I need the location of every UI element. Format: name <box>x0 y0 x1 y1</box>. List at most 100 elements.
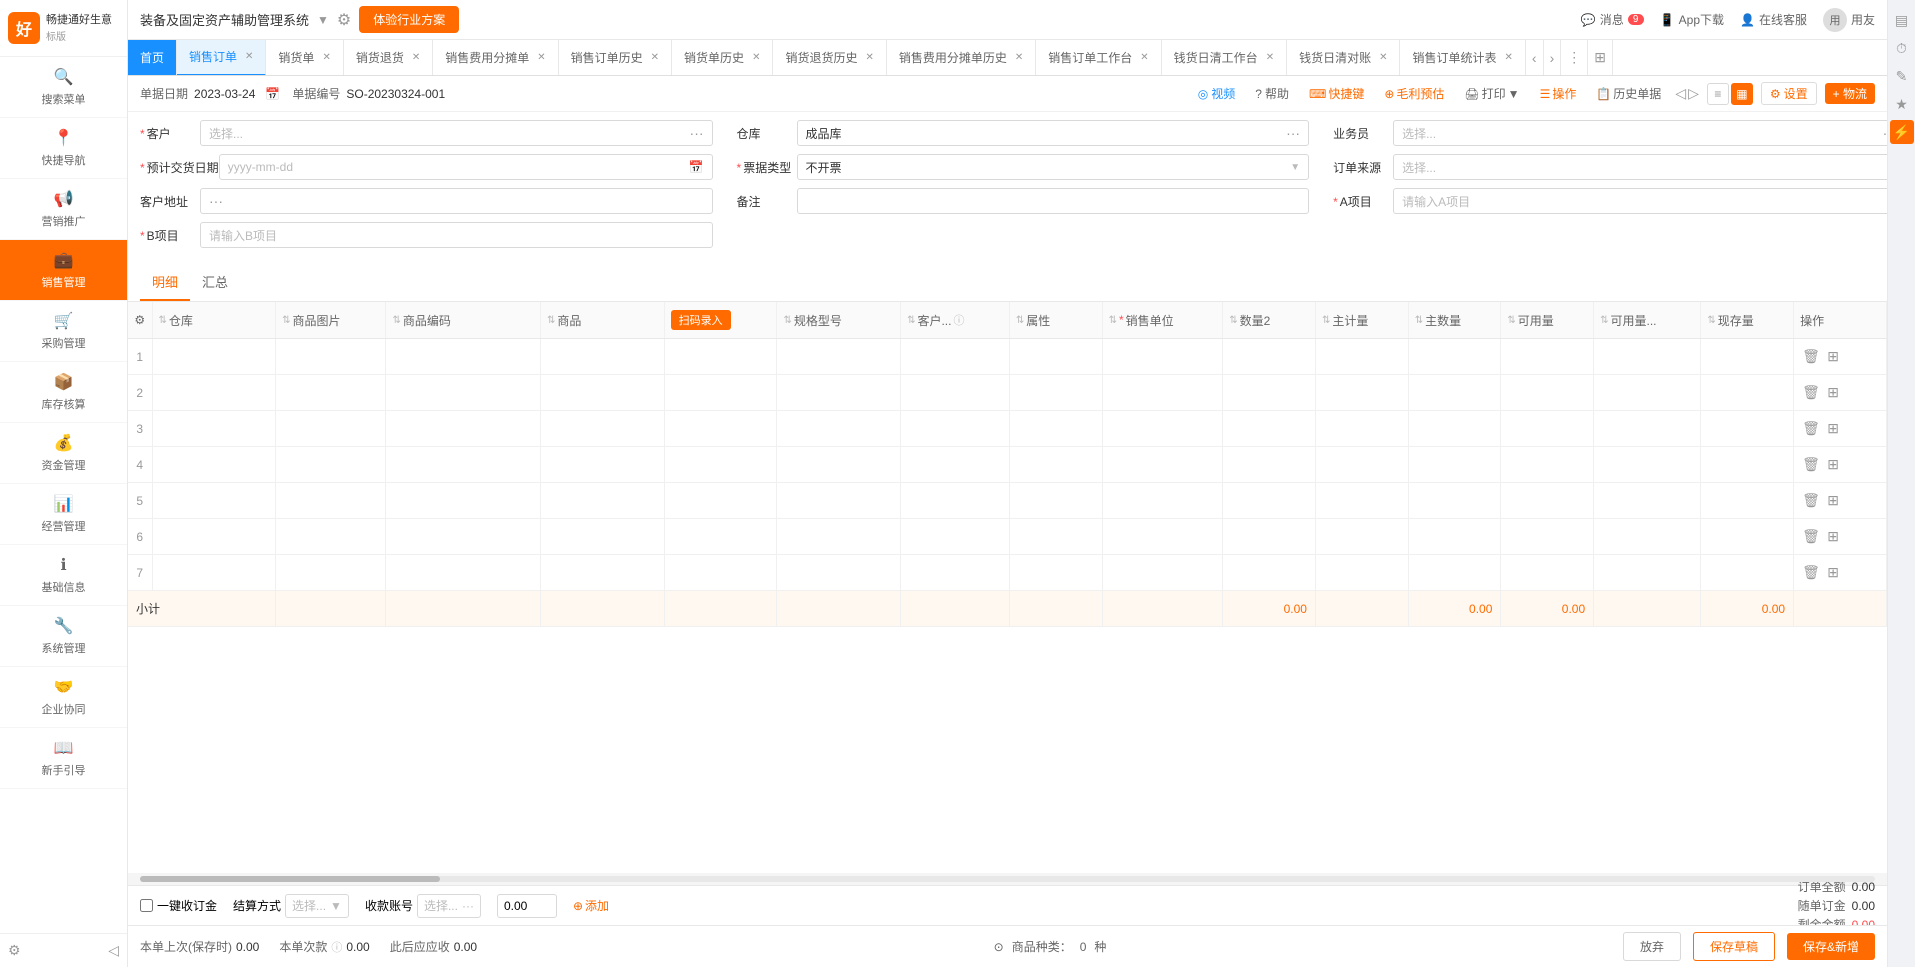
row-spec[interactable] <box>777 375 901 411</box>
sidebar-item-quick-nav[interactable]: 📍 快捷导航 <box>0 118 127 179</box>
sidebar-item-inventory[interactable]: 📦 库存核算 <box>0 362 127 423</box>
tab-more-btn[interactable]: ⋮ <box>1561 40 1588 76</box>
sidebar-item-ops[interactable]: 📊 经营管理 <box>0 484 127 545</box>
row-cust-code[interactable] <box>901 483 1010 519</box>
row-main-unit[interactable] <box>1315 555 1408 591</box>
profit-btn[interactable]: ⊕ 毛利预估 <box>1378 83 1450 104</box>
tab-close-icon[interactable]: ✕ <box>322 52 330 63</box>
row-cust-code[interactable] <box>901 375 1010 411</box>
copy-row-icon[interactable]: ⊞ <box>1827 384 1839 400</box>
tab-sales-order[interactable]: 销售订单 ✕ <box>177 40 266 76</box>
sidebar-item-sys[interactable]: 🔧 系统管理 <box>0 606 127 667</box>
tab-close-icon[interactable]: ✕ <box>752 52 760 63</box>
row-attr[interactable] <box>1009 339 1102 375</box>
delivery-date-input[interactable]: yyyy-mm-dd 📅 <box>219 154 713 180</box>
scrollbar-thumb[interactable] <box>140 876 440 882</box>
row-warehouse[interactable] <box>152 447 276 483</box>
order-num-value[interactable]: SO-20230324-001 <box>346 87 445 101</box>
copy-row-icon[interactable]: ⊞ <box>1827 348 1839 364</box>
tab-sales-return[interactable]: 销货单 ✕ <box>266 40 343 76</box>
row-warehouse[interactable] <box>152 411 276 447</box>
b-project-input[interactable]: 请输入B项目 <box>200 222 713 248</box>
row-spec[interactable] <box>777 447 901 483</box>
sidebar-item-marketing[interactable]: 📢 营销推广 <box>0 179 127 240</box>
row-unit[interactable] <box>1102 519 1223 555</box>
tab-close-icon[interactable]: ✕ <box>1015 52 1023 63</box>
copy-row-icon[interactable]: ⊞ <box>1827 456 1839 472</box>
row-name[interactable] <box>541 447 665 483</box>
row-unit[interactable] <box>1102 339 1223 375</box>
row-unit[interactable] <box>1102 447 1223 483</box>
row-unit[interactable] <box>1102 555 1223 591</box>
tab-fee-split[interactable]: 销售费用分摊单 ✕ <box>433 40 558 76</box>
row-warehouse[interactable] <box>152 339 276 375</box>
right-panel-history-icon[interactable]: ⏱ <box>1890 36 1914 60</box>
row-main-unit[interactable] <box>1315 519 1408 555</box>
row-spec[interactable] <box>777 483 901 519</box>
calendar-icon[interactable]: 📅 <box>265 87 280 101</box>
row-name[interactable] <box>541 483 665 519</box>
sidebar-item-finance[interactable]: 💰 资金管理 <box>0 423 127 484</box>
row-spec[interactable] <box>777 411 901 447</box>
delivery-calendar-icon[interactable]: 📅 <box>689 160 704 174</box>
row-warehouse[interactable] <box>152 555 276 591</box>
sidebar-item-sales[interactable]: 💼 销售管理 <box>0 240 127 301</box>
tab-expand-btn[interactable]: ⊞ <box>1588 40 1613 76</box>
scrollbar-track[interactable] <box>140 876 1875 882</box>
row-cust-code[interactable] <box>901 411 1010 447</box>
row-code[interactable] <box>386 411 541 447</box>
delete-row-icon[interactable]: 🗑 <box>1802 528 1820 544</box>
settings-button[interactable]: ⚙ 设置 <box>1761 82 1817 105</box>
row-cust-code[interactable] <box>901 447 1010 483</box>
row-main-unit[interactable] <box>1315 339 1408 375</box>
tab-close-icon[interactable]: ✕ <box>1379 52 1387 63</box>
salesperson-input[interactable]: 选择... ··· <box>1393 120 1887 146</box>
date-value[interactable]: 2023-03-24 <box>194 87 255 101</box>
remark-input[interactable] <box>797 188 1310 214</box>
row-attr[interactable] <box>1009 483 1102 519</box>
row-qty2[interactable] <box>1223 555 1316 591</box>
add-button[interactable]: ⊕ 添加 <box>573 897 609 914</box>
row-attr[interactable] <box>1009 519 1102 555</box>
tab-fee-history[interactable]: 销售费用分摊单历史 ✕ <box>887 40 1036 76</box>
form-view-btn[interactable]: ▦ <box>1731 83 1753 105</box>
tab-sales-stats[interactable]: 销售订单统计表 ✕ <box>1400 40 1525 76</box>
tab-cash-workspace[interactable]: 钱货日清工作台 ✕ <box>1162 40 1287 76</box>
copy-row-icon[interactable]: ⊞ <box>1827 564 1839 580</box>
right-panel-edit-icon[interactable]: ✎ <box>1890 64 1914 88</box>
history-btn[interactable]: 📋 历史单据 <box>1590 83 1667 104</box>
copy-row-icon[interactable]: ⊞ <box>1827 420 1839 436</box>
warehouse-input[interactable]: 成品库 ··· <box>797 120 1310 146</box>
row-warehouse[interactable] <box>152 519 276 555</box>
tab-close-icon[interactable]: ✕ <box>412 52 420 63</box>
cust-info-icon[interactable]: ⓘ <box>953 312 964 328</box>
row-main-qty[interactable] <box>1408 339 1501 375</box>
row-qty2[interactable] <box>1223 411 1316 447</box>
detail-tab-detail[interactable]: 明细 <box>140 264 190 301</box>
row-spec[interactable] <box>777 555 901 591</box>
a-project-input[interactable]: 请输入A项目 <box>1393 188 1887 214</box>
tab-next-btn[interactable]: › <box>1544 40 1562 76</box>
current-amount-info-icon[interactable]: ⓘ <box>331 939 342 955</box>
row-main-qty[interactable] <box>1408 447 1501 483</box>
prev-record-icon[interactable]: ◁ <box>1675 85 1686 102</box>
tab-refund-history[interactable]: 销货退货历史 ✕ <box>773 40 886 76</box>
sidebar-item-purchase[interactable]: 🛒 采购管理 <box>0 301 127 362</box>
print-btn[interactable]: 🖨 打印 ▼ <box>1458 83 1525 104</box>
account-select[interactable]: 选择... ··· <box>417 894 481 918</box>
online-support-item[interactable]: 👤 在线客服 <box>1740 11 1807 28</box>
row-main-unit[interactable] <box>1315 447 1408 483</box>
save-new-button[interactable]: 保存&新增 <box>1787 933 1875 960</box>
row-name[interactable] <box>541 555 665 591</box>
row-warehouse[interactable] <box>152 375 276 411</box>
detail-tab-summary[interactable]: 汇总 <box>190 264 240 301</box>
row-name[interactable] <box>541 375 665 411</box>
topbar-settings-icon[interactable]: ⚙ <box>337 10 351 30</box>
discard-button[interactable]: 放弃 <box>1623 932 1681 961</box>
row-attr[interactable] <box>1009 555 1102 591</box>
sidebar-item-guide[interactable]: 📖 新手引导 <box>0 728 127 789</box>
tab-close-icon[interactable]: ✕ <box>537 52 545 63</box>
row-main-qty[interactable] <box>1408 411 1501 447</box>
row-attr[interactable] <box>1009 375 1102 411</box>
system-dropdown-icon[interactable]: ▼ <box>317 13 329 27</box>
